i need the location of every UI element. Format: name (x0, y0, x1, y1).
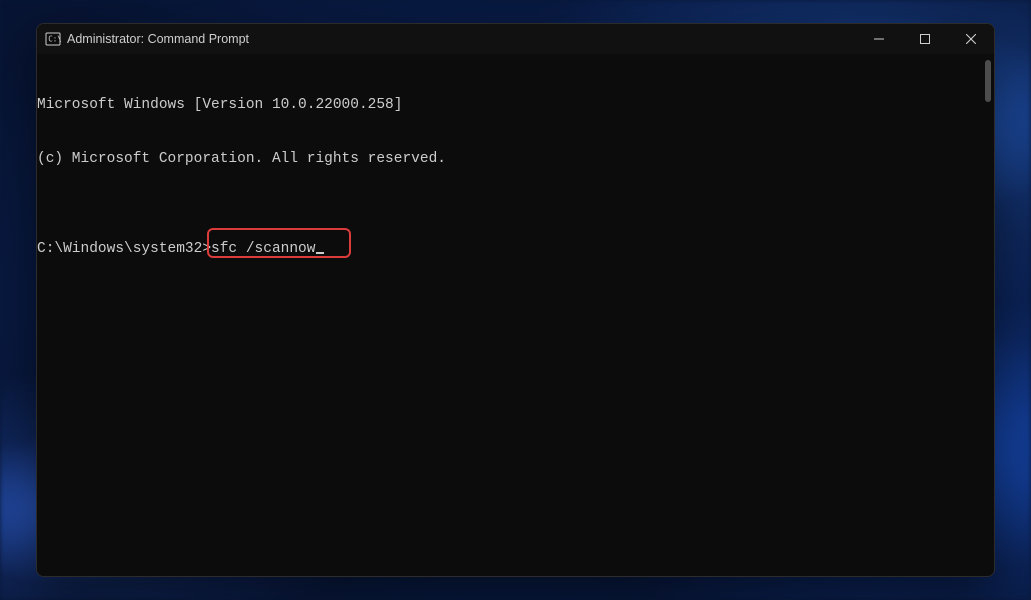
svg-text:C:\: C:\ (48, 35, 61, 44)
text-cursor (316, 252, 324, 255)
command-input-area[interactable]: sfc /scannow (211, 240, 324, 258)
typed-command: sfc /scannow (211, 241, 315, 257)
close-button[interactable] (948, 24, 994, 54)
minimize-button[interactable] (856, 24, 902, 54)
terminal-prompt-line: C:\Windows\system32>sfc /scannow (37, 240, 986, 258)
prompt-path: C:\Windows\system32> (37, 241, 211, 257)
command-prompt-window: C:\ Administrator: Command Prompt Micros… (36, 23, 995, 577)
terminal-line: Microsoft Windows [Version 10.0.22000.25… (37, 96, 986, 114)
scrollbar-thumb[interactable] (985, 60, 991, 102)
terminal-line: (c) Microsoft Corporation. All rights re… (37, 150, 986, 168)
scrollbar-track[interactable] (982, 60, 992, 570)
window-title: Administrator: Command Prompt (67, 32, 249, 46)
terminal-area[interactable]: Microsoft Windows [Version 10.0.22000.25… (37, 54, 994, 576)
titlebar[interactable]: C:\ Administrator: Command Prompt (37, 24, 994, 54)
maximize-button[interactable] (902, 24, 948, 54)
cmd-icon: C:\ (45, 31, 61, 47)
